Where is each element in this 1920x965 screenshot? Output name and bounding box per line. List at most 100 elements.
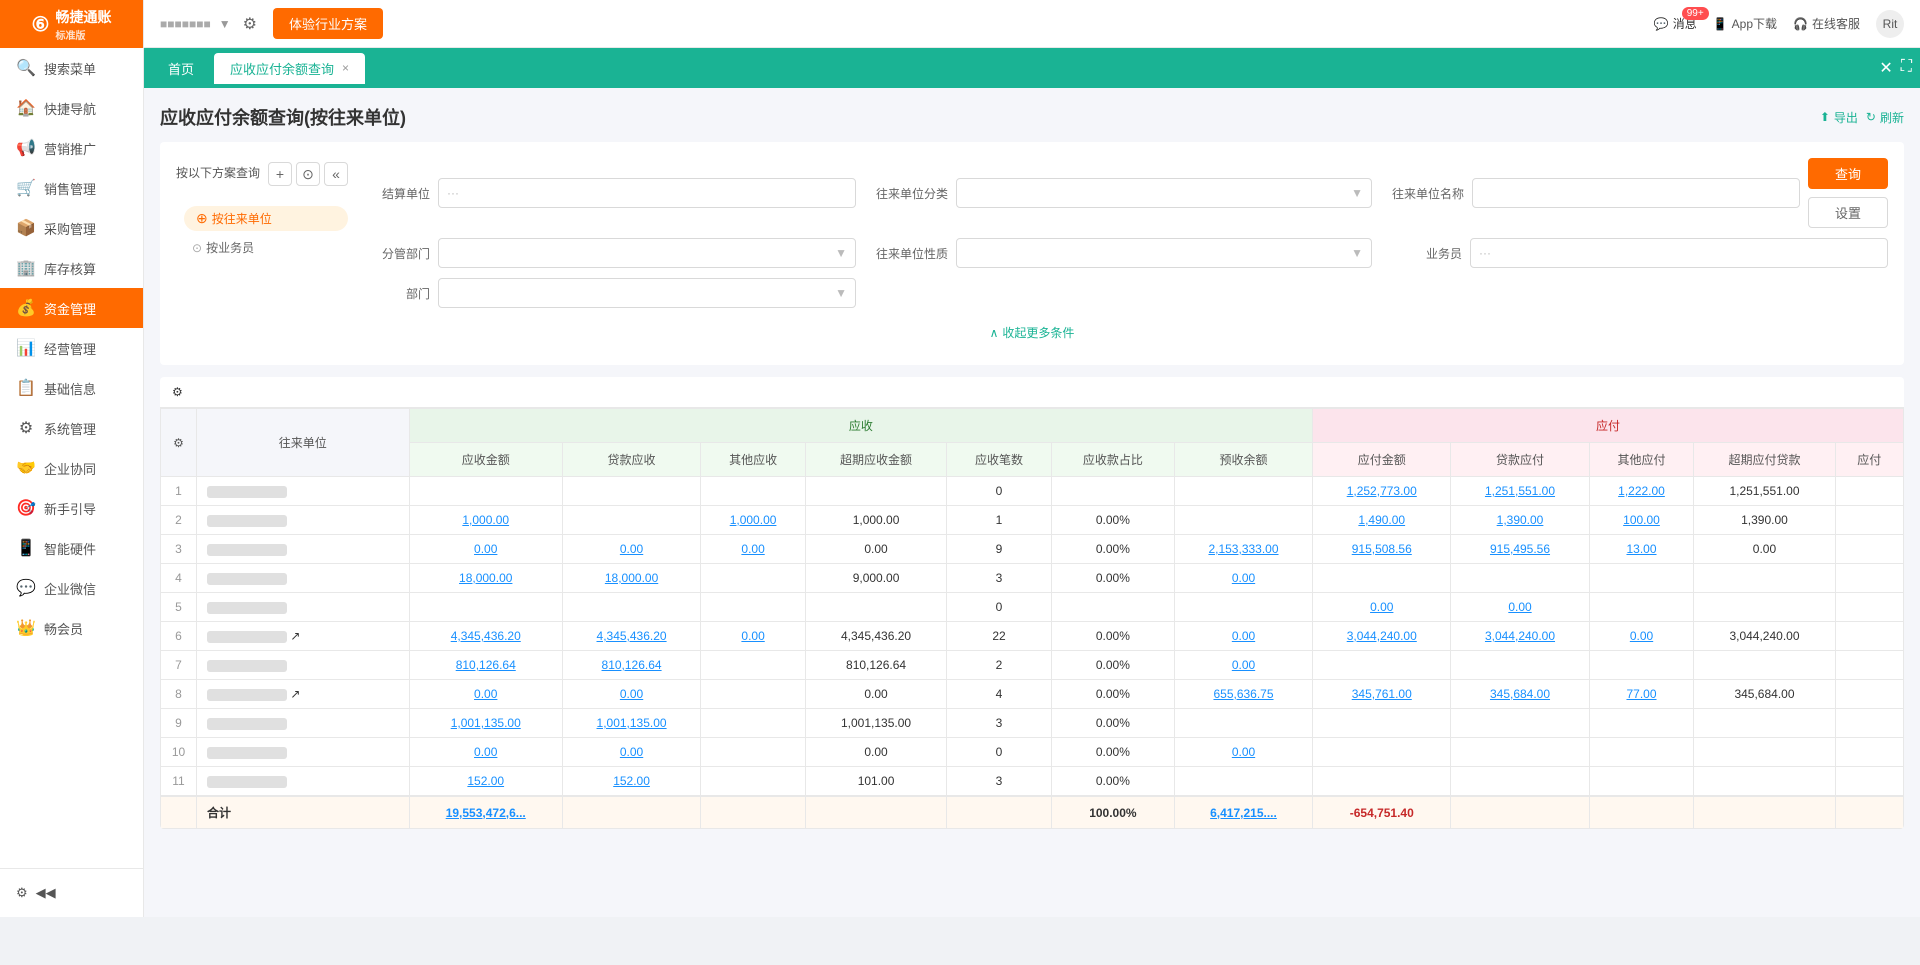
th-pay-other: 其他应付	[1589, 443, 1694, 477]
tab-bar: 首页 应收应付余额查询 × ✕ ⛶	[144, 48, 1920, 88]
logo-text: 畅捷通账	[55, 7, 111, 27]
filter-query-label: 按以下方案查询	[176, 164, 260, 181]
filter-row-settlement: 结算单位 ···	[360, 178, 856, 208]
filter-scheme-salesperson[interactable]: ⊙ 按业务员	[184, 235, 348, 260]
tab-active[interactable]: 应收应付余额查询 ×	[214, 53, 365, 84]
sidebar-item-marketing[interactable]: 📢 营销推广	[0, 128, 143, 168]
management-icon: 📊	[16, 338, 36, 358]
filter-row-division: 分管部门 ▼	[360, 238, 856, 268]
footer-pay-other	[1589, 796, 1694, 829]
table-gear-icon[interactable]: ⚙	[172, 385, 183, 399]
setting-button[interactable]: 设置	[1808, 197, 1888, 228]
export-button[interactable]: ⬆ 导出	[1820, 109, 1858, 126]
data-table: ⚙ 往来单位 应收 应付 应收金额 贷款应收 其他应收 超期应收金额 应收笔数 …	[160, 408, 1904, 829]
footer-empty-1	[161, 796, 197, 829]
sidebar-item-member[interactable]: 👑 畅会员	[0, 608, 143, 648]
sidebar-item-inventory-label: 库存核算	[44, 259, 96, 278]
sidebar-item-wechat[interactable]: 💬 企业微信	[0, 568, 143, 608]
filter-scheme-partner[interactable]: ⊕ 按往来单位	[184, 206, 348, 231]
message-icon: 💬	[1654, 17, 1669, 31]
footer-rec-count	[947, 796, 1052, 829]
sidebar-item-guide[interactable]: 🎯 新手引导	[0, 488, 143, 528]
sidebar-item-management[interactable]: 📊 经营管理	[0, 328, 143, 368]
th-pay-amount: 应付金额	[1313, 443, 1451, 477]
filter-add-button[interactable]: +	[268, 162, 292, 186]
sidebar: ⑥ 畅捷通账 标准版 🔍 搜索菜单 🏠 快捷导航 📢 营销推广 🛒 销售管理 📦…	[0, 0, 144, 917]
inventory-icon: 🏢	[16, 258, 36, 278]
filter-settings-button[interactable]: ⊙	[296, 162, 320, 186]
sidebar-item-basic[interactable]: 📋 基础信息	[0, 368, 143, 408]
settlement-label: 结算单位	[360, 185, 430, 202]
sidebar-item-hardware[interactable]: 📱 智能硬件	[0, 528, 143, 568]
sidebar-item-purchase[interactable]: 📦 采购管理	[0, 208, 143, 248]
tab-home[interactable]: 首页	[152, 53, 210, 84]
footer-pay-overdue	[1694, 796, 1835, 829]
sidebar-item-basic-label: 基础信息	[44, 379, 96, 398]
th-pay-overdue: 超期应付贷款	[1694, 443, 1835, 477]
purchase-icon: 📦	[16, 218, 36, 238]
category-input[interactable]: ▼	[956, 178, 1372, 208]
app-download-button[interactable]: 📱 App下载	[1713, 15, 1777, 32]
refresh-button[interactable]: ↻ 刷新	[1866, 109, 1904, 126]
tab-close-window-icon[interactable]: ✕	[1879, 58, 1892, 78]
settings-gear-icon[interactable]: ⚙	[243, 14, 257, 34]
sidebar-item-system[interactable]: ⚙ 系统管理	[0, 408, 143, 448]
tab-active-label: 应收应付余额查询	[230, 59, 334, 78]
member-icon: 👑	[16, 618, 36, 638]
table-footer-row: 合计 19,553,472,6... 100.00% 6,417,215....…	[161, 796, 1904, 829]
top-bar-left: ■■■■■■■ ▼ ⚙ 体验行业方案	[160, 8, 1654, 39]
dropdown-arrow[interactable]: ▼	[219, 17, 231, 31]
footer-rec-amount[interactable]: 19,553,472,6...	[409, 796, 562, 829]
name-input[interactable]	[1472, 178, 1800, 208]
collapse-button[interactable]: ∧ 收起更多条件	[982, 316, 1083, 349]
category-arrow: ▼	[1351, 186, 1363, 200]
refresh-label: 刷新	[1880, 109, 1904, 126]
table-row: 8 ↗0.000.000.0040.00%655,636.75345,761.0…	[161, 680, 1904, 709]
refresh-icon: ↻	[1866, 110, 1876, 124]
department-arrow: ▼	[835, 286, 847, 300]
online-service-button[interactable]: 🎧 在线客服	[1793, 15, 1860, 32]
sidebar-item-nav[interactable]: 🏠 快捷导航	[0, 88, 143, 128]
table-body: 1 01,252,773.001,251,551.001,222.001,251…	[161, 477, 1904, 797]
user-avatar[interactable]: Rit	[1876, 10, 1904, 38]
salesperson-input[interactable]: ···	[1470, 238, 1888, 268]
table-row: 7 810,126.64810,126.64810,126.6420.00%0.…	[161, 651, 1904, 680]
wechat-icon: 💬	[16, 578, 36, 598]
marketing-icon: 📢	[16, 138, 36, 158]
logo-icon: ⑥	[32, 12, 50, 37]
messages-button[interactable]: 💬 消息 99+	[1654, 15, 1697, 32]
nature-input[interactable]: ▼	[956, 238, 1372, 268]
messages-badge: 99+	[1682, 7, 1709, 20]
sidebar-item-finance[interactable]: 💰 资金管理	[0, 288, 143, 328]
sidebar-item-collab[interactable]: 🤝 企业协同	[0, 448, 143, 488]
sidebar-collapse[interactable]: ◀◀	[36, 885, 56, 901]
sidebar-item-member-label: 畅会员	[44, 619, 83, 638]
sidebar-item-search[interactable]: 🔍 搜索菜单	[0, 48, 143, 88]
sidebar-item-sales[interactable]: 🛒 销售管理	[0, 168, 143, 208]
department-label: 部门	[360, 285, 430, 302]
sidebar-settings[interactable]: ⚙ ◀◀	[0, 877, 143, 909]
sidebar-item-inventory[interactable]: 🏢 库存核算	[0, 248, 143, 288]
salesperson-label: 业务员	[1392, 245, 1462, 262]
scheme-icon: ⊕	[196, 210, 208, 227]
sidebar-item-finance-label: 资金管理	[44, 299, 96, 318]
query-button[interactable]: 查询	[1808, 158, 1888, 189]
footer-rec-advance[interactable]: 6,417,215....	[1174, 796, 1312, 829]
tab-close-button[interactable]: ×	[342, 61, 349, 75]
sidebar-bottom: ⚙ ◀◀	[0, 868, 143, 917]
solution-button[interactable]: 体验行业方案	[273, 8, 383, 39]
logo-sub: 标准版	[55, 27, 111, 42]
sidebar-item-nav-label: 快捷导航	[44, 99, 96, 118]
footer-pay-loan	[1451, 796, 1589, 829]
filter-collapse-button[interactable]: «	[324, 162, 348, 186]
department-input[interactable]: ▼	[438, 278, 856, 308]
footer-pay-amount: -654,751.40	[1313, 796, 1451, 829]
settlement-dots: ···	[447, 186, 459, 200]
settlement-input[interactable]: ···	[438, 178, 856, 208]
th-rec-overdue: 超期应收金额	[805, 443, 946, 477]
tab-bar-right: ✕ ⛶	[1879, 58, 1912, 78]
th-group-payable: 应付	[1313, 409, 1904, 443]
division-input[interactable]: ▼	[438, 238, 856, 268]
sidebar-item-management-label: 经营管理	[44, 339, 96, 358]
tab-maximize-icon[interactable]: ⛶	[1901, 58, 1912, 78]
